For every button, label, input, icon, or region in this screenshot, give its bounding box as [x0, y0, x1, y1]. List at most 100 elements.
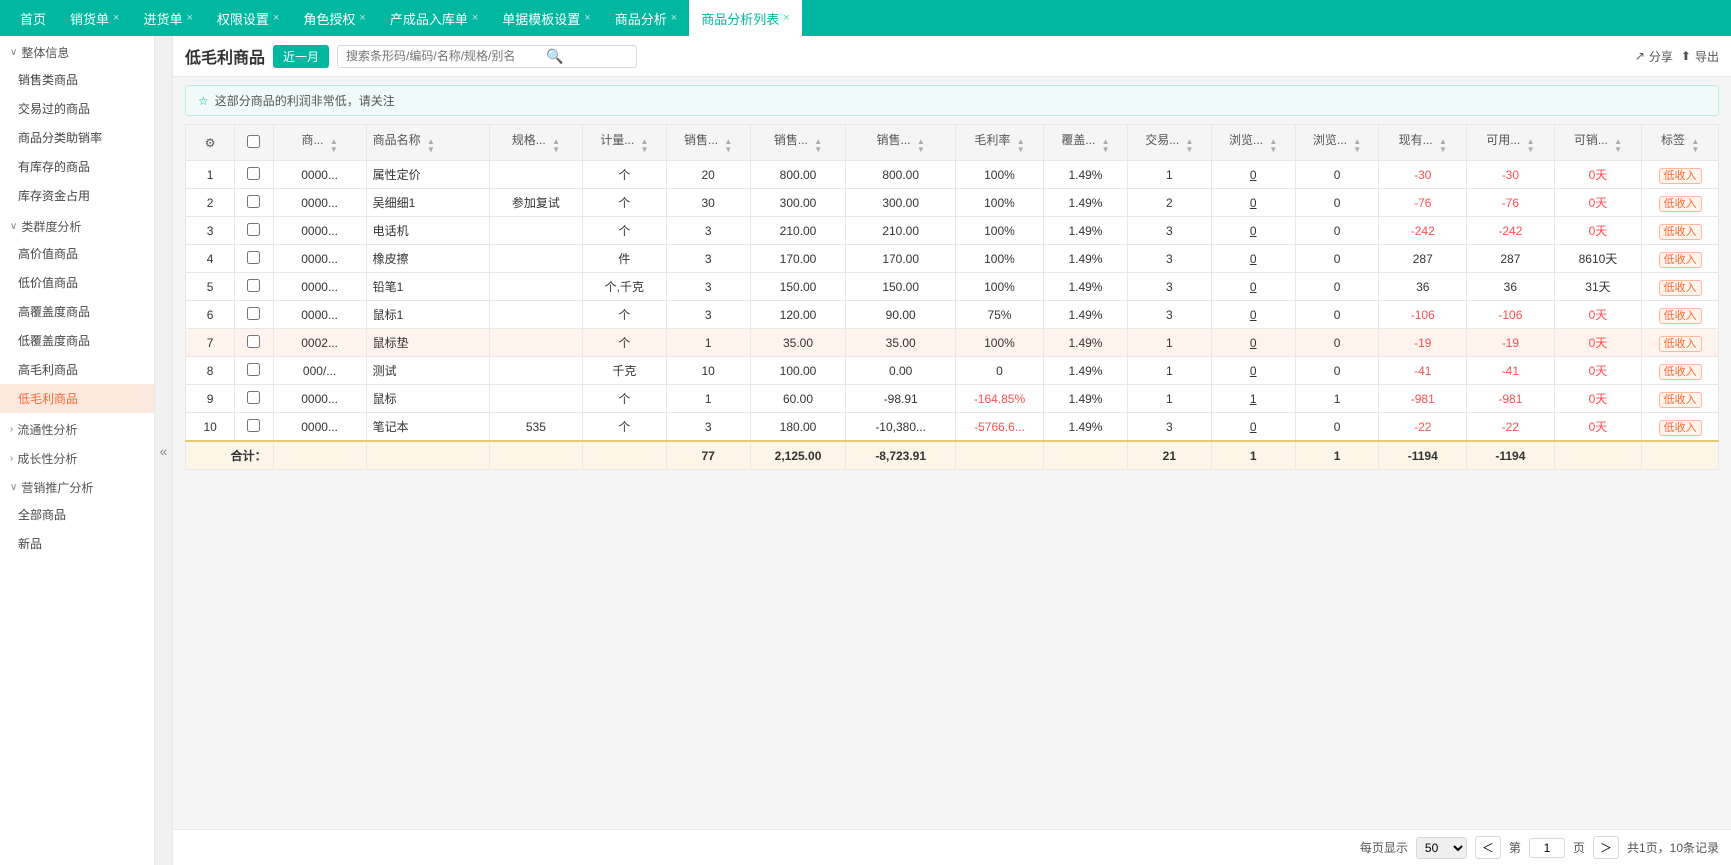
- sidebar-item-in-stock[interactable]: 有库存的商品: [0, 152, 154, 181]
- search-input[interactable]: [346, 49, 546, 63]
- nav-role[interactable]: 角色授权 ×: [291, 0, 377, 36]
- cell-check[interactable]: [235, 161, 273, 189]
- cell-check[interactable]: [235, 413, 273, 442]
- close-icon[interactable]: ×: [783, 12, 789, 24]
- cell-view1[interactable]: 0: [1211, 189, 1295, 217]
- row-checkbox[interactable]: [247, 195, 260, 208]
- cell-view1[interactable]: 0: [1211, 413, 1295, 442]
- cell-check[interactable]: [235, 301, 273, 329]
- cell-check[interactable]: [235, 329, 273, 357]
- th-sales-price[interactable]: 销售... ▲▼: [750, 125, 846, 161]
- cell-unit: 个: [582, 413, 666, 442]
- sidebar-item-category-rate[interactable]: 商品分类助销率: [0, 123, 154, 152]
- th-spec[interactable]: 规格... ▲▼: [489, 125, 582, 161]
- cell-view1[interactable]: 0: [1211, 273, 1295, 301]
- cell-name: 铅笔1: [366, 273, 489, 301]
- sidebar-group-growth[interactable]: › 成长性分析: [0, 442, 154, 471]
- cell-check[interactable]: [235, 217, 273, 245]
- sidebar-group-general[interactable]: ∨ 整体信息: [0, 36, 154, 65]
- cell-view1[interactable]: 0: [1211, 329, 1295, 357]
- th-view1[interactable]: 浏览... ▲▼: [1211, 125, 1295, 161]
- th-trade[interactable]: 交易... ▲▼: [1127, 125, 1211, 161]
- row-checkbox[interactable]: [247, 391, 260, 404]
- next-page-button[interactable]: ＞: [1593, 836, 1619, 859]
- cell-view1[interactable]: 1: [1211, 385, 1295, 413]
- th-gross-rate[interactable]: 毛利率 ▲▼: [955, 125, 1043, 161]
- sidebar-group-marketing[interactable]: ∨ 营销推广分析: [0, 471, 154, 500]
- row-checkbox[interactable]: [247, 279, 260, 292]
- sidebar-collapse-button[interactable]: «: [155, 36, 173, 865]
- cell-view2: 0: [1295, 413, 1379, 442]
- row-checkbox[interactable]: [247, 419, 260, 432]
- th-sales-qty[interactable]: 销售... ▲▼: [666, 125, 750, 161]
- row-checkbox[interactable]: [247, 307, 260, 320]
- per-page-select[interactable]: 50 100 200: [1416, 837, 1467, 859]
- cell-view1[interactable]: 0: [1211, 217, 1295, 245]
- cell-check[interactable]: [235, 189, 273, 217]
- th-view2[interactable]: 浏览... ▲▼: [1295, 125, 1379, 161]
- th-sales-amount[interactable]: 销售... ▲▼: [846, 125, 956, 161]
- row-checkbox[interactable]: [247, 335, 260, 348]
- cell-check[interactable]: [235, 385, 273, 413]
- export-button[interactable]: ⬆ 导出: [1681, 48, 1719, 65]
- settings-icon[interactable]: ⚙: [205, 136, 216, 150]
- th-current[interactable]: 现有... ▲▼: [1379, 125, 1467, 161]
- search-icon[interactable]: 🔍: [546, 48, 563, 65]
- sidebar-item-high-value[interactable]: 高价值商品: [0, 239, 154, 268]
- select-all-checkbox[interactable]: [247, 135, 260, 148]
- cell-check[interactable]: [235, 357, 273, 385]
- cell-sales-qty: 3: [666, 301, 750, 329]
- page-number-input[interactable]: [1529, 838, 1565, 858]
- filter-button[interactable]: 近一月: [273, 45, 329, 68]
- sidebar-item-all-goods[interactable]: 全部商品: [0, 500, 154, 529]
- th-name[interactable]: 商品名称 ▲▼: [366, 125, 489, 161]
- table-row: 3 0000... 电话机 个 3 210.00 210.00 100% 1.4…: [186, 217, 1719, 245]
- close-icon[interactable]: ×: [186, 12, 192, 24]
- sidebar-group-cluster[interactable]: ∨ 类群度分析: [0, 210, 154, 239]
- row-checkbox[interactable]: [247, 167, 260, 180]
- th-tag[interactable]: 标签 ▲▼: [1642, 125, 1719, 161]
- cell-view1[interactable]: 0: [1211, 357, 1295, 385]
- sidebar-group-flow[interactable]: › 流通性分析: [0, 413, 154, 442]
- sort-icon: ▲▼: [427, 138, 435, 154]
- cell-view1[interactable]: 0: [1211, 161, 1295, 189]
- nav-template[interactable]: 单据模板设置 ×: [490, 0, 602, 36]
- nav-goods-analysis-list[interactable]: 商品分析列表 ×: [689, 0, 801, 36]
- close-icon[interactable]: ×: [584, 12, 590, 24]
- close-icon[interactable]: ×: [671, 12, 677, 24]
- sidebar-item-low-value[interactable]: 低价值商品: [0, 268, 154, 297]
- cell-view1[interactable]: 0: [1211, 301, 1295, 329]
- th-unit[interactable]: 计量... ▲▼: [582, 125, 666, 161]
- sidebar-item-new-goods[interactable]: 新品: [0, 529, 154, 558]
- prev-page-button[interactable]: ＜: [1475, 836, 1501, 859]
- cell-sales-price: 170.00: [750, 245, 846, 273]
- sidebar-item-high-gross[interactable]: 高毛利商品: [0, 355, 154, 384]
- nav-home[interactable]: 首页: [8, 0, 58, 36]
- sidebar-item-traded-goods[interactable]: 交易过的商品: [0, 94, 154, 123]
- cell-check[interactable]: [235, 245, 273, 273]
- th-cover-rate[interactable]: 覆盖... ▲▼: [1044, 125, 1128, 161]
- th-sellable[interactable]: 可销... ▲▼: [1554, 125, 1642, 161]
- th-code[interactable]: 商... ▲▼: [273, 125, 366, 161]
- th-available[interactable]: 可用... ▲▼: [1467, 125, 1555, 161]
- close-icon[interactable]: ×: [472, 12, 478, 24]
- nav-goods-analysis[interactable]: 商品分析 ×: [603, 0, 689, 36]
- close-icon[interactable]: ×: [359, 12, 365, 24]
- sidebar-item-low-coverage[interactable]: 低覆盖度商品: [0, 326, 154, 355]
- nav-purchase[interactable]: 进货单 ×: [131, 0, 204, 36]
- cell-view1[interactable]: 0: [1211, 245, 1295, 273]
- close-icon[interactable]: ×: [113, 12, 119, 24]
- sidebar-item-sales-goods[interactable]: 销售类商品: [0, 65, 154, 94]
- close-icon[interactable]: ×: [273, 12, 279, 24]
- sidebar-item-low-gross[interactable]: 低毛利商品: [0, 384, 154, 413]
- nav-sales[interactable]: 销货单 ×: [58, 0, 131, 36]
- row-checkbox[interactable]: [247, 251, 260, 264]
- nav-product-in[interactable]: 产成品入库单 ×: [378, 0, 490, 36]
- cell-check[interactable]: [235, 273, 273, 301]
- row-checkbox[interactable]: [247, 223, 260, 236]
- share-button[interactable]: ↗ 分享: [1635, 48, 1673, 65]
- nav-permission[interactable]: 权限设置 ×: [205, 0, 291, 36]
- sidebar-item-high-coverage[interactable]: 高覆盖度商品: [0, 297, 154, 326]
- sidebar-item-fund-usage[interactable]: 库存资金占用: [0, 181, 154, 210]
- row-checkbox[interactable]: [247, 363, 260, 376]
